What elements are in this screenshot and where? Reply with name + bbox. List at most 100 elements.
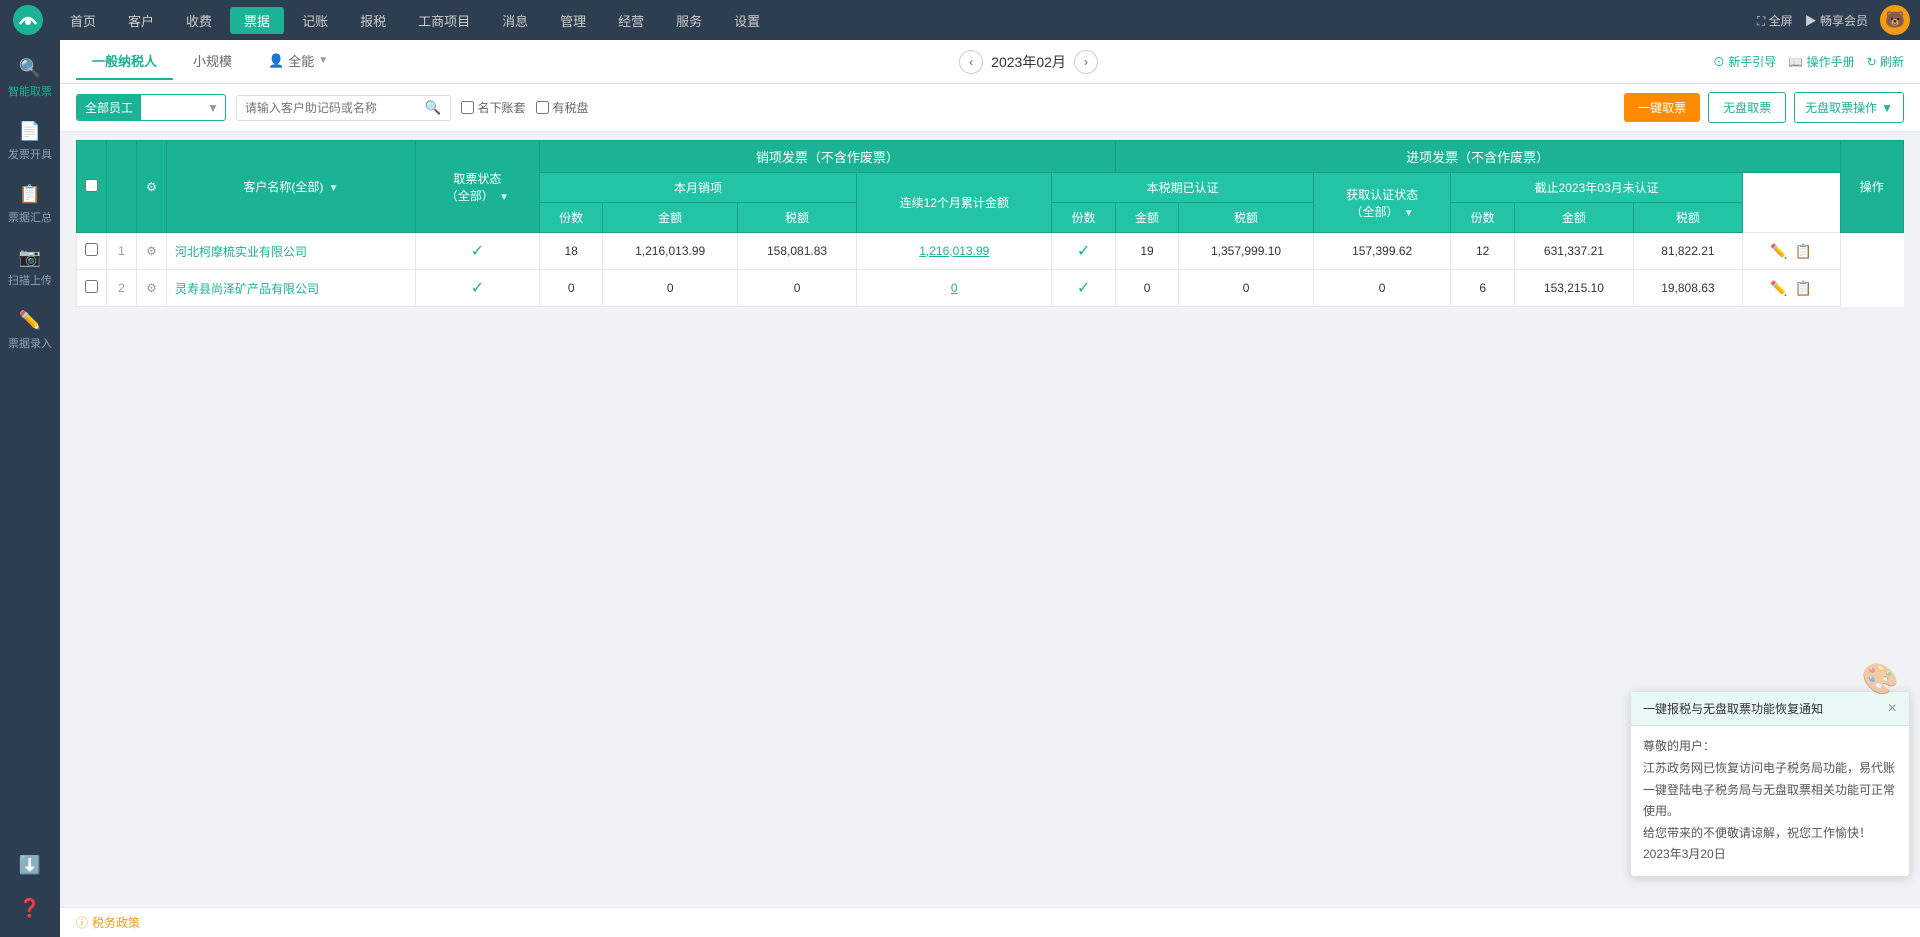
nav-home[interactable]: 首页 <box>56 7 110 34</box>
row-checkbox-0[interactable] <box>77 233 107 270</box>
view-icon-0[interactable]: 📋 <box>1795 243 1812 259</box>
invoice-table: ⚙ 客户名称(全部) ▼ 取票状态（全部） ▼ 销项发票（不含作废票） 进项发票… <box>76 140 1904 307</box>
header-purchase-group: 进项发票（不含作废票） <box>1115 141 1840 173</box>
toolbar: 全部员工 ▼ 🔍 名下账套 有税盘 一键取票 无盘取票 无盘取票操作 <box>60 84 1920 132</box>
named-account-checkbox[interactable] <box>461 101 474 114</box>
nav-settings[interactable]: 设置 <box>720 7 774 34</box>
row-sales-tax-1: 0 <box>737 270 856 307</box>
row-purchase-uncert-tax-0: 81,822.21 <box>1633 233 1742 270</box>
row-purchase-uncert-count-0: 12 <box>1451 233 1514 270</box>
sidebar-item-invoice-open[interactable]: 📄 发票开具 <box>2 113 58 170</box>
tab-general-taxpayer[interactable]: 一般纳税人 <box>76 43 173 80</box>
vip-btn[interactable]: ▶ 畅享会员 <box>1805 12 1868 29</box>
header-sales-tax: 税额 <box>737 203 856 233</box>
guide-link[interactable]: ⊙ 新手引导 <box>1713 53 1776 70</box>
notification-close-btn[interactable]: × <box>1888 701 1897 717</box>
header-index <box>107 141 137 233</box>
invoice-open-icon: 📄 <box>19 121 41 142</box>
cancel-status-filter-icon[interactable]: ▼ <box>499 192 509 203</box>
search-input[interactable] <box>237 97 417 119</box>
row-customer-0[interactable]: 河北柯摩梳实业有限公司 <box>167 233 416 270</box>
sidebar-item-invoice-summary[interactable]: 📋 票据汇总 <box>2 176 58 233</box>
row-customer-1[interactable]: 灵寿县尚泽矿产品有限公司 <box>167 270 416 307</box>
nav-message[interactable]: 消息 <box>488 7 542 34</box>
row-settings-0[interactable]: ⚙ <box>137 233 167 270</box>
nav-accounting[interactable]: 记账 <box>288 7 342 34</box>
next-month-btn[interactable]: › <box>1074 50 1098 74</box>
fullscreen-btn[interactable]: ⛶ 全屏 <box>1757 12 1793 29</box>
current-month: 2023年02月 <box>991 52 1066 72</box>
sidebar-item-invoice-entry[interactable]: ✏️ 票据录入 <box>2 302 58 359</box>
smart-ticket-icon: 🔍 <box>19 58 41 79</box>
search-box: 🔍 <box>236 95 451 121</box>
tax-policy-link[interactable]: 税务政策 <box>92 914 140 931</box>
header-purchase-uncert-count: 份数 <box>1451 203 1514 233</box>
row-sales-12m-0[interactable]: 1,216,013.99 <box>857 233 1052 270</box>
dropdown-arrow-icon: ▼ <box>1881 101 1893 115</box>
row-purchase-cert-amount-1: 0 <box>1179 270 1314 307</box>
header-sales-month: 本月销项 <box>539 173 856 203</box>
row-check-1[interactable] <box>85 280 98 293</box>
has-disk-checkbox[interactable] <box>536 101 549 114</box>
view-icon-1[interactable]: 📋 <box>1795 280 1812 296</box>
row-purchase-uncert-amount-1: 153,215.10 <box>1514 270 1633 307</box>
invoice-summary-icon: 📋 <box>19 184 41 205</box>
row-purchase-uncert-tax-1: 19,808.63 <box>1633 270 1742 307</box>
nav-service[interactable]: 服务 <box>662 7 716 34</box>
download-icon: ⬇️ <box>19 855 41 876</box>
tab-small-scale[interactable]: 小规模 <box>177 43 248 80</box>
user-avatar[interactable]: 🐻 <box>1880 5 1910 35</box>
refresh-link[interactable]: ↻ 刷新 <box>1867 53 1904 70</box>
prev-month-btn[interactable]: ‹ <box>959 50 983 74</box>
header-sales-amount: 金额 <box>603 203 738 233</box>
checkbox-has-disk[interactable]: 有税盘 <box>536 99 589 116</box>
row-cancel-status-0: ✓ <box>415 233 539 270</box>
row-purchase-cert-tax-1: 0 <box>1313 270 1451 307</box>
row-cert-status-0: ✓ <box>1052 233 1115 270</box>
row-cert-status-1: ✓ <box>1052 270 1115 307</box>
header-purchase-uncert: 截止2023年03月未认证 <box>1451 173 1742 203</box>
no-disk-ops-btn[interactable]: 无盘取票操作 ▼ <box>1794 92 1904 123</box>
employee-select[interactable]: 全部员工 ▼ <box>76 94 226 121</box>
row-sales-amount-0: 1,216,013.99 <box>603 233 738 270</box>
sidebar-label-invoice-summary: 票据汇总 <box>8 209 52 225</box>
sidebar-item-smart-ticket[interactable]: 🔍 智能取票 <box>2 50 58 107</box>
checkbox-named-account[interactable]: 名下账套 <box>461 99 526 116</box>
sidebar-label-smart-ticket: 智能取票 <box>8 83 52 99</box>
row-checkbox-1[interactable] <box>77 270 107 307</box>
row-index-1: 2 <box>107 270 137 307</box>
sidebar-item-help[interactable]: ❓ <box>2 890 58 927</box>
manual-link[interactable]: 📖 操作手册 <box>1788 53 1854 70</box>
cert-status-filter-icon[interactable]: ▼ <box>1404 208 1414 219</box>
header-purchase-uncert-tax: 税额 <box>1633 203 1742 233</box>
nav-business[interactable]: 工商项目 <box>404 7 484 34</box>
row-settings-1[interactable]: ⚙ <box>137 270 167 307</box>
bottom-bar: ⓘ 税务政策 <box>60 907 1920 937</box>
nav-billing[interactable]: 收费 <box>172 7 226 34</box>
select-all-checkbox[interactable] <box>85 179 98 192</box>
sidebar-item-scan-upload[interactable]: 📷 扫描上传 <box>2 239 58 296</box>
row-check-0[interactable] <box>85 243 98 256</box>
edit-icon-1[interactable]: ✏️ <box>1770 280 1787 296</box>
nav-customer[interactable]: 客户 <box>114 7 168 34</box>
edit-icon-0[interactable]: ✏️ <box>1770 243 1787 259</box>
nav-tax[interactable]: 报税 <box>346 7 400 34</box>
nav-invoice[interactable]: 票据 <box>230 7 284 34</box>
header-purchase-cert-amount: 金额 <box>1115 203 1178 233</box>
nav-operation[interactable]: 经营 <box>604 7 658 34</box>
header-purchase-cert-count: 份数 <box>1052 203 1115 233</box>
tab-bar: 一般纳税人 小规模 👤 全能 ▼ ‹ 2023年02月 › ⊙ 新手引导 📖 操… <box>60 40 1920 84</box>
table-row: 1 ⚙ 河北柯摩梳实业有限公司 ✓ 18 1,216,013.99 158,08… <box>77 233 1904 270</box>
sidebar-bottom: ⬇️ ❓ <box>2 847 58 927</box>
row-sales-12m-1[interactable]: 0 <box>857 270 1052 307</box>
notification-header: 一键报税与无盘取票功能恢复通知 × <box>1631 692 1909 726</box>
nav-manage[interactable]: 管理 <box>546 7 600 34</box>
search-button[interactable]: 🔍 <box>417 96 450 120</box>
customer-filter-icon[interactable]: ▼ <box>329 183 339 194</box>
one-click-ticket-btn[interactable]: 一键取票 <box>1624 93 1700 122</box>
header-settings[interactable]: ⚙ <box>137 141 167 233</box>
no-disk-ticket-btn[interactable]: 无盘取票 <box>1708 92 1786 123</box>
employee-dropdown-arrow[interactable]: ▼ <box>201 97 225 119</box>
sidebar-item-download[interactable]: ⬇️ <box>2 847 58 884</box>
tab-all[interactable]: 👤 全能 ▼ <box>252 43 344 80</box>
